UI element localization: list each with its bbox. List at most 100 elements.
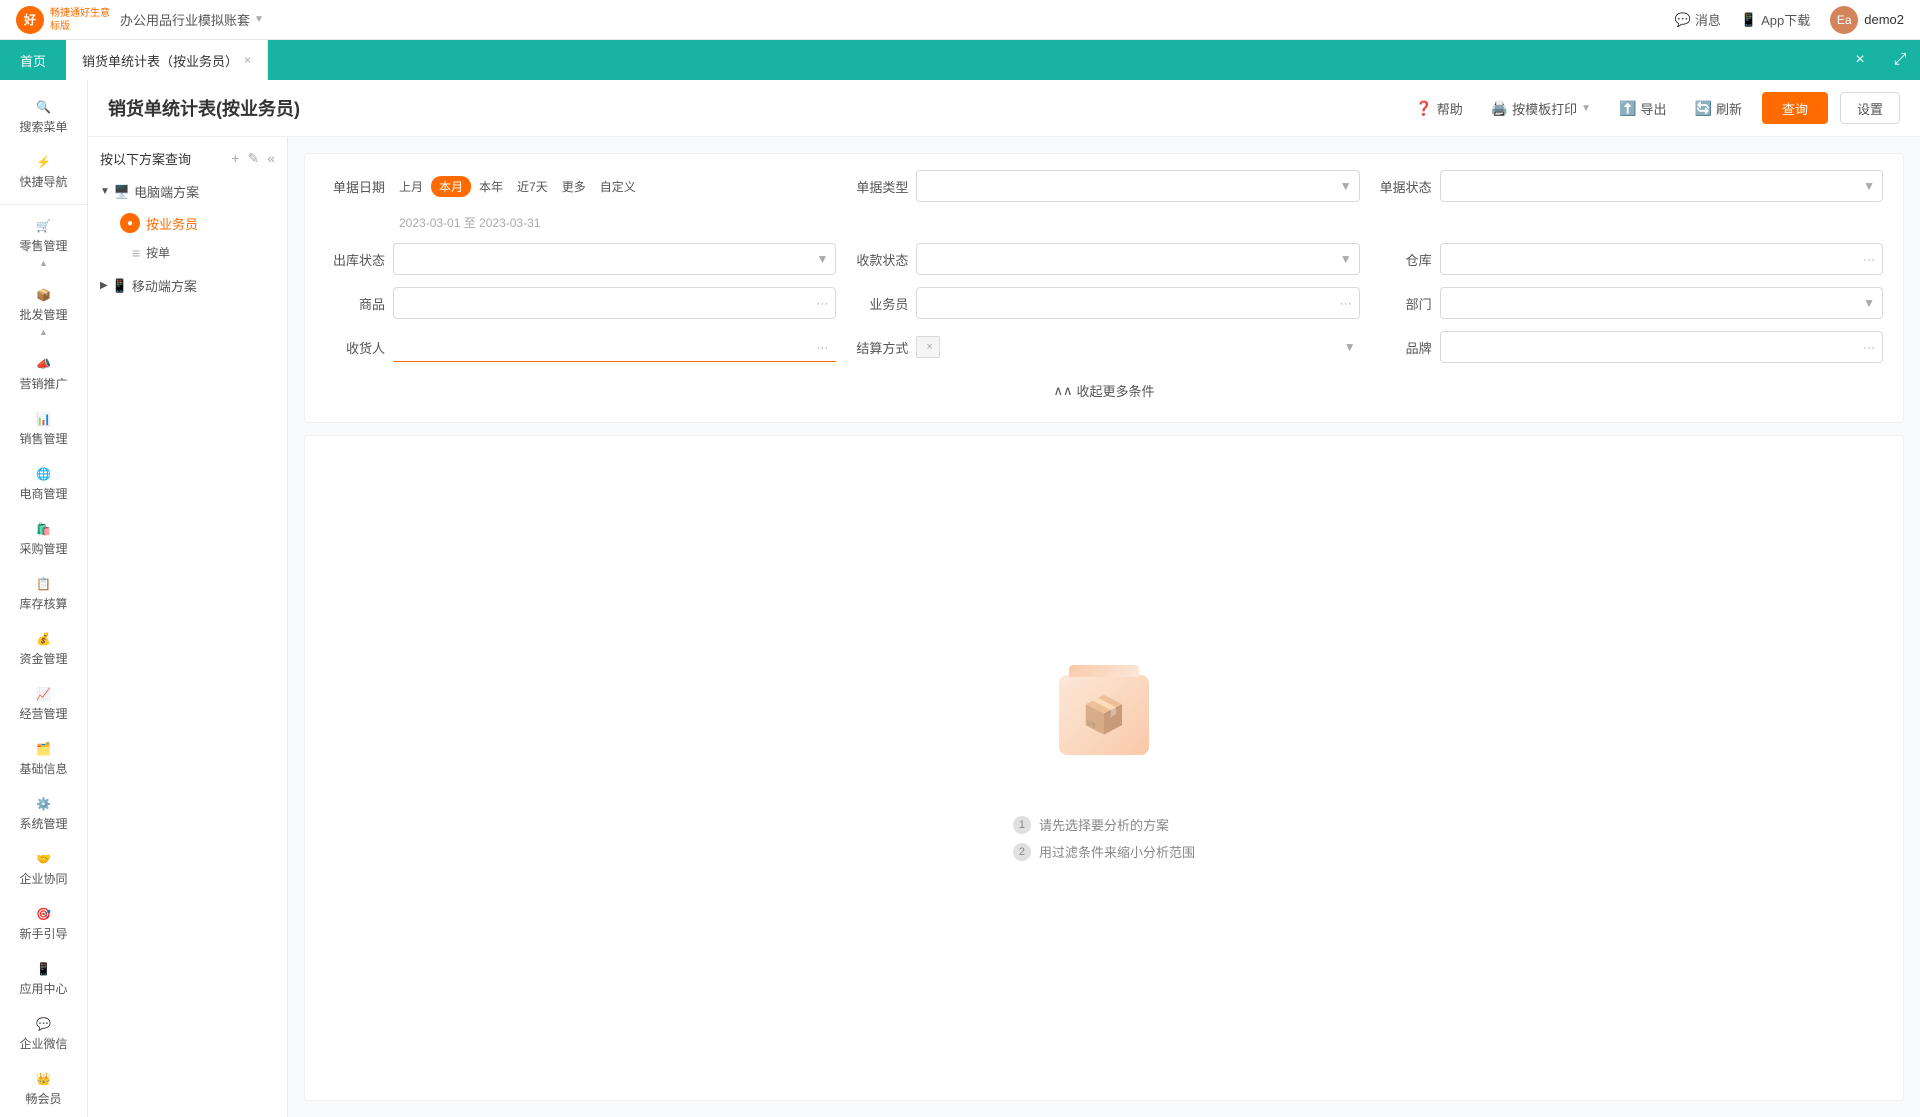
scheme-item-by-order[interactable]: ≡ 按单 [100,239,275,266]
warehouse-input[interactable] [1440,243,1883,275]
tab-sales-stats[interactable]: 销货单统计表（按业务员） × [66,40,268,80]
out-status-select[interactable] [393,243,836,275]
date-btn-more[interactable]: 更多 [556,176,592,197]
sidebar-item-finance[interactable]: 💰 资金管理 [0,622,87,677]
warehouse-more-icon[interactable]: ··· [1863,252,1875,266]
company-caret-icon: ▼ [254,14,264,25]
date-quick-btns: 上月 本月 本年 近7天 更多 自定义 [393,176,642,197]
consignee-more-icon[interactable]: ··· [816,340,828,354]
receipt-status-select[interactable] [916,243,1359,275]
sidebar-item-ecommerce[interactable]: 🌐 电商管理 [0,457,87,512]
maximize-button[interactable]: ⤢ [1880,40,1920,80]
company-name: 办公用品行业模拟账套 [120,10,250,29]
message-button[interactable]: 💬 消息 [1675,10,1721,29]
date-btn-this-year[interactable]: 本年 [473,176,509,197]
department-control: ▼ [1440,287,1883,319]
sidebar-item-newbie[interactable]: 🎯 新手引导 [0,897,87,952]
settlement-control: × ▼ [916,336,1359,358]
filter-row-2: 出库状态 ▼ 收款状态 [325,243,1883,275]
settlement-tag-close-icon[interactable]: × [926,341,932,353]
filter-edit-button[interactable]: ✎ [247,150,259,167]
settlement-tag[interactable]: × [916,336,939,358]
logo-icon: 好 [16,6,44,34]
sidebar-item-wechat[interactable]: 💬 企业微信 [0,1007,87,1062]
page-title: 销货单统计表(按业务员) [108,95,300,133]
desktop-scheme-header[interactable]: ▼ 🖥️ 电脑端方案 [100,176,275,207]
export-button[interactable]: ⬆️ 导出 [1611,95,1674,122]
sidebar-item-quicknav[interactable]: ⚡ 快捷导航 [0,145,87,200]
sidebar-item-basic[interactable]: 🗂️ 基础信息 [0,732,87,787]
filter-field-salesperson: 业务员 ··· [848,287,1359,319]
date-btn-last-month[interactable]: 上月 [393,176,429,197]
sidebar-appcenter-label: 应用中心 [19,980,67,997]
settings-button[interactable]: 设置 [1840,92,1900,124]
sidebar-item-marketing[interactable]: 📣 营销推广 [0,347,87,402]
date-label: 单据日期 [325,177,385,196]
collapse-up-icon: ∧∧ [1053,383,1072,399]
sidebar-item-inventory[interactable]: 📋 库存核算 [0,567,87,622]
goods-more-icon[interactable]: ··· [816,296,828,310]
refresh-button[interactable]: 🔄 刷新 [1687,95,1750,122]
empty-box: 📦 [1059,675,1149,755]
user-menu[interactable]: Ea demo2 [1830,6,1904,34]
sidebar-search[interactable]: 🔍 搜索菜单 [0,90,87,145]
date-btn-this-month[interactable]: 本月 [431,176,471,197]
sidebar-item-member[interactable]: 👑 畅会员 [0,1062,87,1117]
scheme-group-mobile: ▶ 📱 移动端方案 [100,270,275,301]
doc-type-select[interactable] [916,170,1359,202]
company-dropdown[interactable]: 办公用品行业模拟账套 ▼ [120,10,264,29]
system-icon: ⚙️ [36,797,51,811]
sidebar-item-purchase[interactable]: 🛍️ 采购管理 [0,512,87,567]
doc-type-control: ▼ [916,170,1359,202]
sidebar-search-label: 搜索菜单 [19,118,67,135]
consignee-input[interactable] [393,332,836,362]
top-bar: 好 畅捷通好生意 标版 办公用品行业模拟账套 ▼ 💬 消息 📱 App下载 Ea… [0,0,1920,40]
sidebar-item-operations[interactable]: 📈 经营管理 [0,677,87,732]
goods-input[interactable] [393,287,836,319]
help-button[interactable]: ❓ 帮助 [1407,95,1470,122]
sidebar-item-appcenter[interactable]: 📱 应用中心 [0,952,87,1007]
query-button[interactable]: 查询 [1762,92,1828,124]
filter-add-button[interactable]: + [231,150,239,167]
mobile-scheme-header[interactable]: ▶ 📱 移动端方案 [100,270,275,301]
search-icon: 🔍 [36,100,51,114]
consignee-label: 收货人 [325,338,385,357]
sidebar-item-retail[interactable]: 🛒 零售管理 ▲ [0,209,87,278]
retail-icon: 🛒 [36,219,51,233]
department-select[interactable] [1440,287,1883,319]
scheme-item-by-salesperson[interactable]: ● 按业务员 [100,207,275,239]
date-btn-last7[interactable]: 近7天 [511,176,554,197]
tab-home[interactable]: 首页 [0,40,66,80]
filter-field-goods: 商品 ··· [325,287,836,319]
print-button[interactable]: 🖨️ 按模板打印 ▼ [1483,95,1599,122]
salesperson-more-icon[interactable]: ··· [1340,296,1352,310]
department-label: 部门 [1372,294,1432,313]
salesperson-input[interactable] [916,287,1359,319]
filter-field-out-status: 出库状态 ▼ [325,243,836,275]
sidebar-system-label: 系统管理 [19,815,67,832]
collapse-bar[interactable]: ∧∧ 收起更多条件 [325,375,1883,406]
filter-collapse-button[interactable]: « [267,150,275,167]
app-download-button[interactable]: 📱 App下载 [1741,10,1810,29]
filter-field-brand: 品牌 ··· [1372,331,1883,363]
sidebar-item-enterprise[interactable]: 🤝 企业协同 [0,842,87,897]
brand-input[interactable] [1440,331,1883,363]
logo-area[interactable]: 好 畅捷通好生意 标版 [16,6,110,34]
scheme-group-desktop: ▼ 🖥️ 电脑端方案 ● 按业务员 ≡ 按单 [100,176,275,266]
sidebar-item-system[interactable]: ⚙️ 系统管理 [0,787,87,842]
brand-more-icon[interactable]: ··· [1863,340,1875,354]
tab-close-icon[interactable]: × [244,54,251,66]
sidebar-item-sales[interactable]: 📊 销售管理 [0,402,87,457]
close-window-button[interactable]: × [1840,40,1880,80]
sidebar-item-wholesale[interactable]: 📦 批发管理 ▲ [0,278,87,347]
scheme-by-salesperson-label: 按业务员 [146,214,198,233]
sidebar-sales-label: 销售管理 [19,430,67,447]
app-download-icon: 📱 [1741,12,1757,28]
doc-status-label: 单据状态 [1372,177,1432,196]
empty-box-icon: 📦 [1082,694,1127,736]
doc-status-select[interactable] [1440,170,1883,202]
salesperson-control: ··· [916,287,1359,319]
print-icon: 🖨️ [1491,100,1508,117]
date-btn-custom[interactable]: 自定义 [594,176,642,197]
department-caret-icon: ▼ [1863,296,1875,310]
